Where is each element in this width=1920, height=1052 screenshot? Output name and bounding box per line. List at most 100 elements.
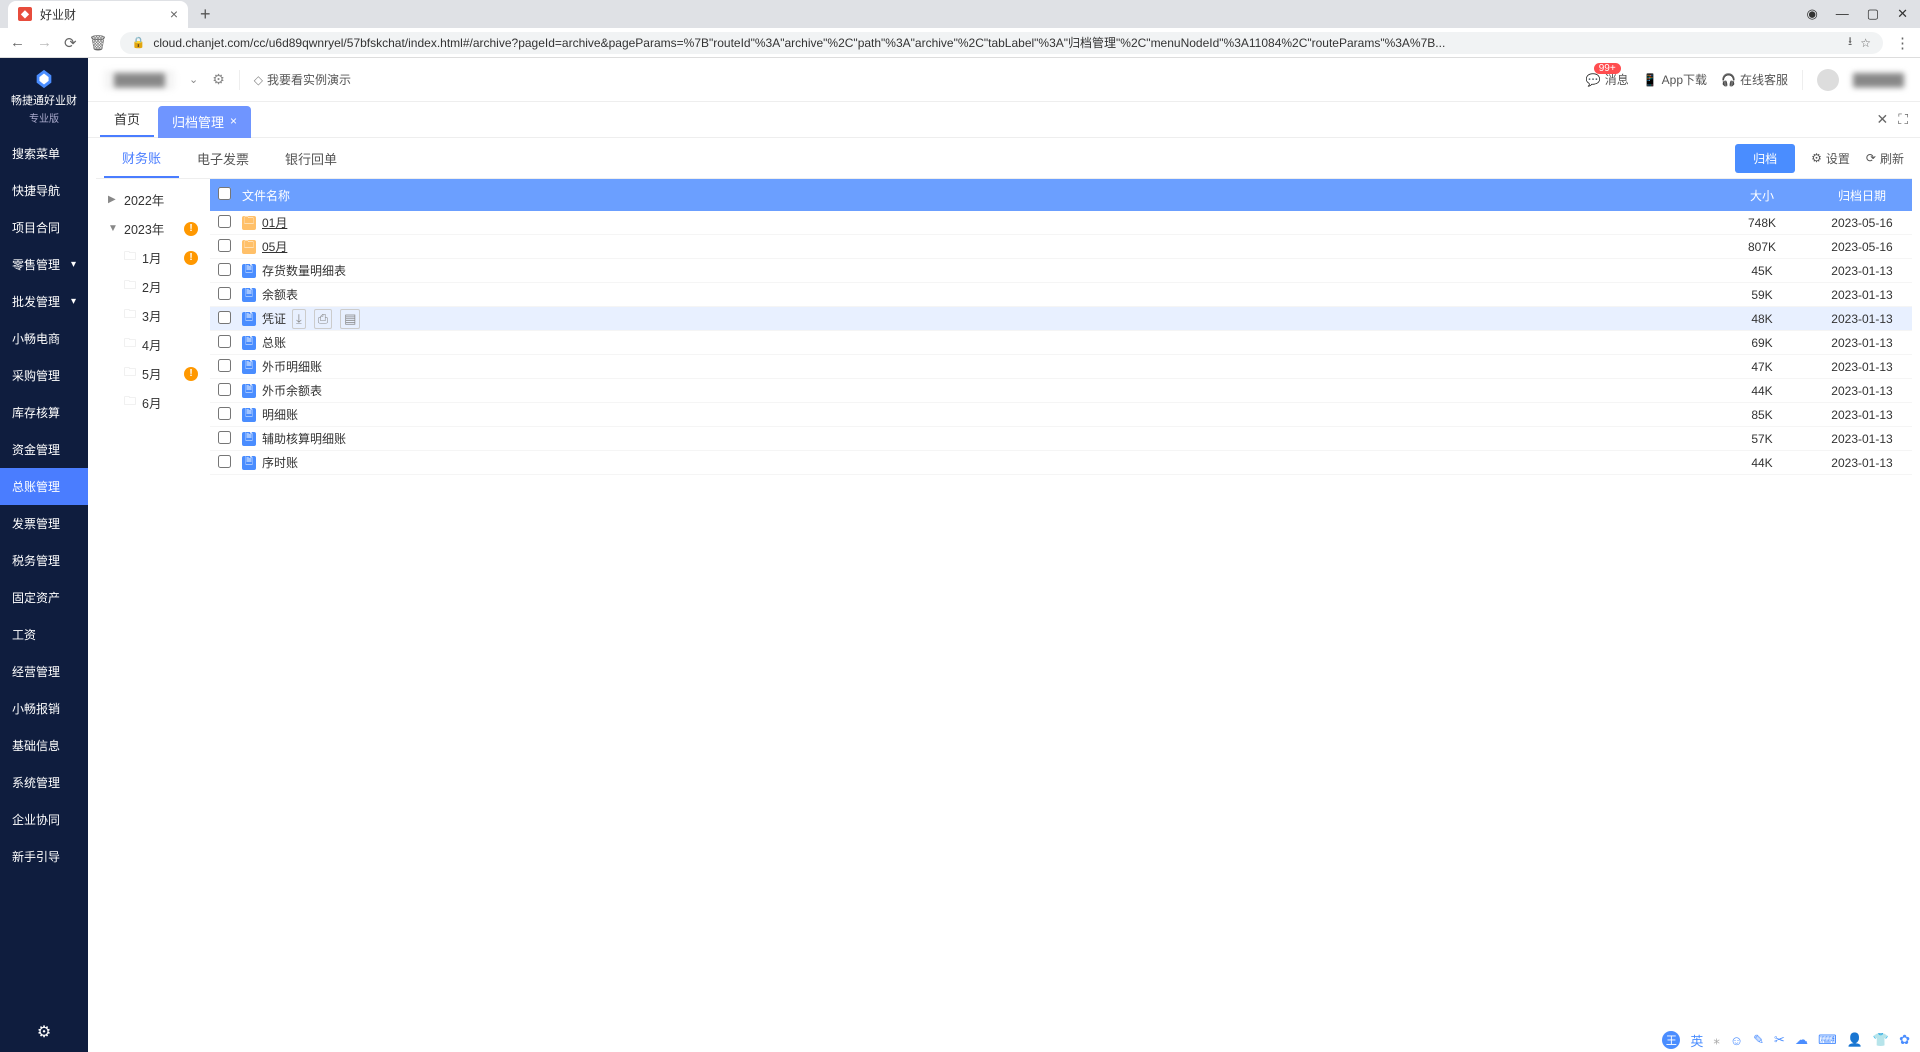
refresh-button[interactable]: ⟳刷新	[1866, 150, 1904, 167]
tree-year-2023[interactable]: ▼ 2023年 !	[100, 214, 206, 243]
tb-scissors-icon[interactable]: ✂	[1774, 1032, 1785, 1048]
table-row[interactable]: 🗎外币明细账⤓⎙▤47K2023-01-13	[210, 355, 1912, 379]
select-all-checkbox[interactable]	[218, 187, 231, 200]
table-row[interactable]: 🗎凭证⤓⎙▤48K2023-01-13	[210, 307, 1912, 331]
table-row[interactable]: 🗎存货数量明细表⤓⎙▤45K2023-01-13	[210, 259, 1912, 283]
install-icon[interactable]: ⭳	[1848, 32, 1852, 53]
row-checkbox[interactable]	[218, 455, 231, 468]
sidebar-item[interactable]: 小畅电商	[0, 320, 88, 357]
tab-close-icon[interactable]: ×	[230, 114, 237, 128]
online-service-button[interactable]: 🎧 在线客服	[1721, 71, 1788, 88]
tb-settings-icon[interactable]: ✿	[1899, 1032, 1910, 1048]
row-checkbox[interactable]	[218, 263, 231, 276]
sidebar-item[interactable]: 项目合同	[0, 209, 88, 246]
tree-month[interactable]: 🗀2月	[100, 272, 206, 301]
tab-archive[interactable]: 归档管理 ×	[158, 106, 251, 138]
sidebar-item[interactable]: 批发管理▾	[0, 283, 88, 320]
account-selector[interactable]: ██████	[104, 70, 175, 90]
sidebar-item[interactable]: 工资	[0, 616, 88, 653]
fullscreen-icon[interactable]: ⛶	[1898, 111, 1908, 128]
table-row[interactable]: 🗀01月⤓⎙▤748K2023-05-16	[210, 211, 1912, 235]
table-row[interactable]: 🗎总账⤓⎙▤69K2023-01-13	[210, 331, 1912, 355]
sidebar-item[interactable]: 基础信息	[0, 727, 88, 764]
sidebar-item[interactable]: 零售管理▾	[0, 246, 88, 283]
ime-icon[interactable]: 王	[1662, 1031, 1680, 1049]
view-icon[interactable]: ▤	[340, 309, 360, 329]
table-row[interactable]: 🗀05月⤓⎙▤807K2023-05-16	[210, 235, 1912, 259]
sidebar-item[interactable]: 小畅报销	[0, 690, 88, 727]
delete-icon[interactable]: 🗑	[89, 34, 108, 52]
row-checkbox[interactable]	[218, 311, 231, 324]
subtab-finance[interactable]: 财务账	[104, 139, 179, 178]
star-icon[interactable]: ☆	[1860, 36, 1871, 50]
file-name[interactable]: 05月	[262, 238, 287, 255]
settings-button[interactable]: ⚙设置	[1811, 150, 1850, 167]
tb-cloud-icon[interactable]: ☁	[1795, 1032, 1808, 1048]
row-checkbox[interactable]	[218, 215, 231, 228]
subtab-einvoice[interactable]: 电子发票	[179, 140, 267, 177]
username[interactable]: ██████	[1853, 73, 1904, 87]
tree-month[interactable]: 🗀6月	[100, 388, 206, 417]
sidebar-item[interactable]: 采购管理	[0, 357, 88, 394]
sidebar-item[interactable]: 税务管理	[0, 542, 88, 579]
file-name[interactable]: 01月	[262, 214, 287, 231]
back-button[interactable]: ←	[10, 34, 25, 51]
message-button[interactable]: 99+ 💬 消息	[1586, 71, 1629, 88]
table-row[interactable]: 🗎明细账⤓⎙▤85K2023-01-13	[210, 403, 1912, 427]
tree-month[interactable]: 🗀5月!	[100, 359, 206, 388]
sidebar-item[interactable]: 经营管理	[0, 653, 88, 690]
sidebar-settings-button[interactable]: ⚙	[0, 1012, 88, 1052]
sidebar-item[interactable]: 资金管理	[0, 431, 88, 468]
tb-smile-icon[interactable]: ☺	[1730, 1033, 1743, 1048]
minimize-icon[interactable]: —	[1836, 6, 1849, 22]
tb-person-icon[interactable]: 👤	[1847, 1032, 1863, 1048]
tab-home[interactable]: 首页	[100, 102, 154, 137]
forward-button[interactable]: →	[37, 34, 52, 51]
row-checkbox[interactable]	[218, 287, 231, 300]
print-icon[interactable]: ⎙	[314, 309, 332, 329]
tree-month[interactable]: 🗀4月	[100, 330, 206, 359]
row-checkbox[interactable]	[218, 383, 231, 396]
row-checkbox[interactable]	[218, 359, 231, 372]
new-tab-button[interactable]: +	[192, 4, 219, 25]
tb-icon[interactable]: ⁎	[1713, 1032, 1720, 1048]
tree-month[interactable]: 🗀3月	[100, 301, 206, 330]
sidebar-item[interactable]: 固定资产	[0, 579, 88, 616]
maximize-icon[interactable]: ▢	[1867, 6, 1879, 22]
sidebar-item[interactable]: 库存核算	[0, 394, 88, 431]
close-window-icon[interactable]: ✕	[1897, 6, 1908, 22]
app-download-button[interactable]: 📱 App下载	[1643, 71, 1707, 88]
ime-lang[interactable]: 英	[1690, 1031, 1703, 1050]
sidebar-item[interactable]: 企业协同	[0, 801, 88, 838]
reload-button[interactable]: ⟳	[64, 34, 77, 52]
table-row[interactable]: 🗎序时账⤓⎙▤44K2023-01-13	[210, 451, 1912, 475]
incognito-icon[interactable]: ◉	[1806, 6, 1817, 22]
url-field[interactable]: 🔒 cloud.chanjet.com/cc/u6d89qwnryel/57bf…	[120, 32, 1883, 54]
table-row[interactable]: 🗎余额表⤓⎙▤59K2023-01-13	[210, 283, 1912, 307]
archive-button[interactable]: 归档	[1735, 144, 1795, 173]
download-icon[interactable]: ⤓	[292, 309, 306, 329]
sidebar-item[interactable]: 新手引导	[0, 838, 88, 875]
row-checkbox[interactable]	[218, 407, 231, 420]
sidebar-item[interactable]: 总账管理	[0, 468, 88, 505]
gear-icon[interactable]: ⚙	[212, 71, 225, 88]
avatar[interactable]	[1817, 69, 1839, 91]
table-row[interactable]: 🗎辅助核算明细账⤓⎙▤57K2023-01-13	[210, 427, 1912, 451]
sidebar-item[interactable]: 系统管理	[0, 764, 88, 801]
tab-close-icon[interactable]: ×	[170, 6, 178, 22]
demo-link[interactable]: 我要看实例演示	[254, 71, 351, 88]
tb-keyboard-icon[interactable]: ⌨	[1818, 1032, 1837, 1048]
sidebar-item[interactable]: 快捷导航	[0, 172, 88, 209]
row-checkbox[interactable]	[218, 335, 231, 348]
row-checkbox[interactable]	[218, 431, 231, 444]
chevron-down-icon[interactable]: ⌄	[189, 73, 198, 86]
tb-edit-icon[interactable]: ✎	[1753, 1032, 1764, 1048]
close-all-icon[interactable]: ✕	[1876, 111, 1888, 128]
row-checkbox[interactable]	[218, 239, 231, 252]
tree-year-2022[interactable]: ▶ 2022年	[100, 185, 206, 214]
subtab-bank[interactable]: 银行回单	[267, 140, 355, 177]
tree-month[interactable]: 🗀1月!	[100, 243, 206, 272]
menu-icon[interactable]: ⋮	[1895, 34, 1910, 52]
sidebar-item[interactable]: 发票管理	[0, 505, 88, 542]
table-row[interactable]: 🗎外币余额表⤓⎙▤44K2023-01-13	[210, 379, 1912, 403]
